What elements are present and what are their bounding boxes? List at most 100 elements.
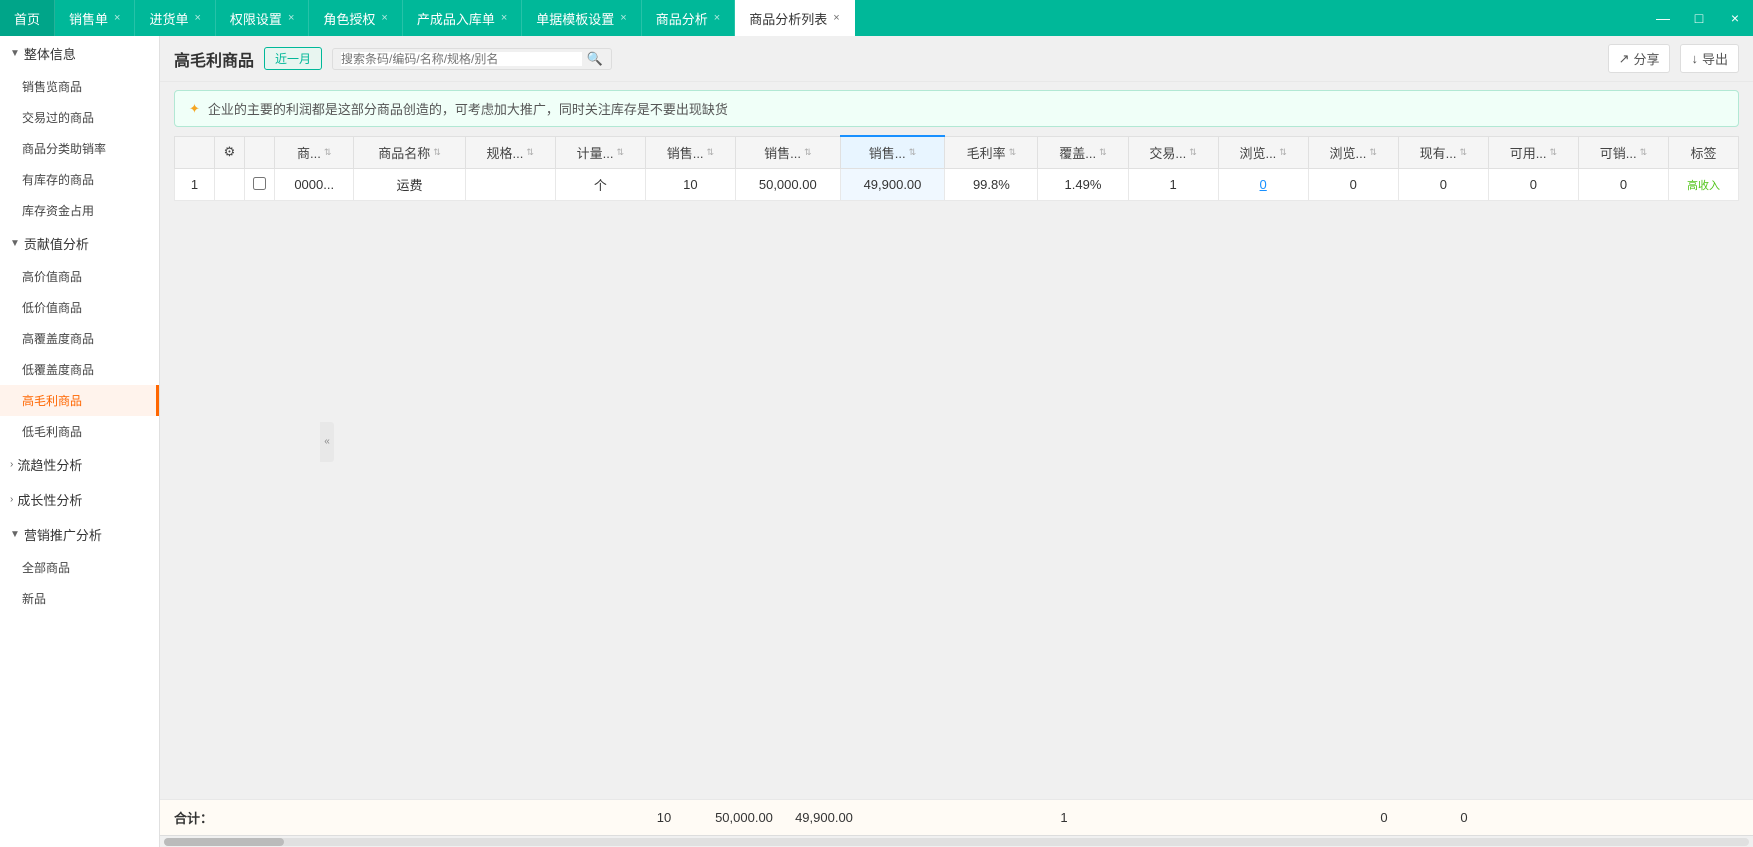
- sort-icon-browse2: ⇅: [1369, 147, 1377, 158]
- sidebar-item-high-value[interactable]: 高价值商品: [0, 261, 159, 292]
- table-header-row: ⚙ 商...⇅ 商品名称⇅ 规格...⇅ 计量...⇅ 销售...⇅ 销售...…: [175, 136, 1739, 169]
- sidebar-item-low-value[interactable]: 低价值商品: [0, 292, 159, 323]
- col-name[interactable]: 商品名称⇅: [354, 136, 465, 169]
- nav-purchase-label: 进货单: [149, 9, 188, 28]
- col-sales-amt[interactable]: 销售...⇅: [735, 136, 840, 169]
- nav-analysis-list-label: 商品分析列表: [749, 9, 827, 28]
- col-available-stock[interactable]: 可用...⇅: [1488, 136, 1578, 169]
- nav-permission-close[interactable]: ×: [288, 12, 294, 24]
- win-maximize[interactable]: □: [1681, 0, 1717, 36]
- filter-recent-month[interactable]: 近一月: [264, 47, 322, 70]
- horizontal-scrollbar[interactable]: [160, 835, 1753, 847]
- col-spec[interactable]: 规格...⇅: [465, 136, 555, 169]
- footer-cell-empty2: [274, 808, 304, 827]
- nav-sales[interactable]: 销售单 ×: [55, 0, 135, 36]
- nav-analysis-close[interactable]: ×: [714, 12, 720, 24]
- col-seq: [175, 136, 215, 169]
- arrow-icon-growth: ›: [10, 494, 13, 505]
- col-coverage[interactable]: 覆盖...⇅: [1038, 136, 1128, 169]
- sidebar-group-trend-label: 流趋性分析: [17, 455, 82, 474]
- cell-seq: 1: [175, 169, 215, 201]
- col-browse2[interactable]: 浏览...⇅: [1308, 136, 1398, 169]
- cell-browse1[interactable]: 0: [1218, 169, 1308, 201]
- sidebar: ▼ 整体信息 销售览商品 交易过的商品 商品分类助销率 有库存的商品 库存资金占…: [0, 36, 160, 847]
- nav-sales-close[interactable]: ×: [114, 12, 120, 24]
- sidebar-group-overall-label: 整体信息: [24, 44, 76, 63]
- arrow-icon-marketing: ▼: [10, 529, 20, 540]
- sidebar-item-traded-goods[interactable]: 交易过的商品: [0, 102, 159, 133]
- sidebar-group-marketing[interactable]: ▼ 营销推广分析: [0, 517, 159, 552]
- sidebar-item-in-stock[interactable]: 有库存的商品: [0, 164, 159, 195]
- search-icon[interactable]: 🔍: [587, 51, 603, 67]
- nav-template-close[interactable]: ×: [620, 12, 626, 24]
- col-settings[interactable]: ⚙: [215, 136, 245, 169]
- sidebar-collapse-btn[interactable]: «: [320, 422, 334, 462]
- cell-settings: [215, 169, 245, 201]
- scroll-thumb[interactable]: [164, 838, 284, 846]
- nav-home[interactable]: 首页: [0, 0, 55, 36]
- sidebar-group-overall[interactable]: ▼ 整体信息: [0, 36, 159, 71]
- footer-coverage: [944, 808, 1024, 827]
- scroll-track[interactable]: [164, 838, 1749, 846]
- data-table: ⚙ 商...⇅ 商品名称⇅ 规格...⇅ 计量...⇅ 销售...⇅ 销售...…: [174, 135, 1739, 201]
- sidebar-item-sales-goods[interactable]: 销售览商品: [0, 71, 159, 102]
- table-row: 1 0000... 运费 个 10 50,000.00 49,900.00 99…: [175, 169, 1739, 201]
- footer-available-stock: 0: [1344, 808, 1424, 827]
- cell-checkbox[interactable]: [245, 169, 275, 201]
- col-current-stock[interactable]: 现有...⇅: [1398, 136, 1488, 169]
- share-button[interactable]: ↗ 分享: [1608, 44, 1671, 73]
- sidebar-item-new-goods[interactable]: 新品: [0, 583, 159, 614]
- sidebar-item-stock-capital[interactable]: 库存资金占用: [0, 195, 159, 226]
- footer-sales-qty: 10: [624, 808, 704, 827]
- col-unit[interactable]: 计量...⇅: [555, 136, 645, 169]
- sidebar-group-contribution[interactable]: ▼ 贡献值分析: [0, 226, 159, 261]
- col-sales-profit[interactable]: 销售...⇅: [840, 136, 945, 169]
- col-gross-margin[interactable]: 毛利率⇅: [945, 136, 1038, 169]
- footer-browse1: [1104, 808, 1184, 827]
- nav-analysis-list-close[interactable]: ×: [833, 12, 839, 24]
- nav-analysis[interactable]: 商品分析 ×: [642, 0, 735, 36]
- col-transaction[interactable]: 交易...⇅: [1128, 136, 1218, 169]
- sidebar-group-growth[interactable]: › 成长性分析: [0, 482, 159, 517]
- export-button[interactable]: ↓ 导出: [1680, 44, 1739, 73]
- cell-coverage: 1.49%: [1038, 169, 1128, 201]
- footer-cell-unit: [554, 808, 624, 827]
- sidebar-item-high-margin[interactable]: 高毛利商品: [0, 385, 159, 416]
- info-icon: ✦: [189, 101, 200, 117]
- win-close[interactable]: ×: [1717, 0, 1753, 36]
- nav-analysis-list[interactable]: 商品分析列表 ×: [735, 0, 854, 36]
- footer-sales-amt: 50,000.00: [704, 808, 784, 827]
- sort-icon-coverage: ⇅: [1099, 147, 1107, 158]
- sidebar-item-low-margin[interactable]: 低毛利商品: [0, 416, 159, 447]
- col-code[interactable]: 商...⇅: [275, 136, 354, 169]
- sidebar-item-high-coverage[interactable]: 高覆盖度商品: [0, 323, 159, 354]
- row-checkbox[interactable]: [253, 177, 266, 190]
- nav-role[interactable]: 角色授权 ×: [309, 0, 402, 36]
- win-minimize[interactable]: —: [1645, 0, 1681, 36]
- content-header: 高毛利商品 近一月 🔍 ↗ 分享 ↓ 导出: [160, 36, 1753, 82]
- nav-template[interactable]: 单据模板设置 ×: [522, 0, 641, 36]
- sidebar-group-trend[interactable]: › 流趋性分析: [0, 447, 159, 482]
- search-input[interactable]: [341, 52, 582, 66]
- nav-purchase[interactable]: 进货单 ×: [135, 0, 215, 36]
- nav-purchase-close[interactable]: ×: [194, 12, 200, 24]
- nav-sales-label: 销售单: [69, 9, 108, 28]
- footer-cell-empty3: [304, 808, 364, 827]
- sidebar-item-all-goods[interactable]: 全部商品: [0, 552, 159, 583]
- sidebar-item-category-rate[interactable]: 商品分类助销率: [0, 133, 159, 164]
- nav-permission[interactable]: 权限设置 ×: [216, 0, 309, 36]
- cell-sales-profit: 49,900.00: [840, 169, 945, 201]
- nav-permission-label: 权限设置: [230, 9, 282, 28]
- sidebar-item-low-coverage[interactable]: 低覆盖度商品: [0, 354, 159, 385]
- share-label: 分享: [1633, 49, 1659, 68]
- nav-production-close[interactable]: ×: [501, 12, 507, 24]
- nav-production-label: 产成品入库单: [417, 9, 495, 28]
- sort-icon-spec: ⇅: [526, 147, 534, 158]
- col-sales-qty[interactable]: 销售...⇅: [645, 136, 735, 169]
- col-browse1[interactable]: 浏览...⇅: [1218, 136, 1308, 169]
- nav-role-close[interactable]: ×: [381, 12, 387, 24]
- info-banner: ✦ 企业的主要的利润都是这部分商品创造的，可考虑加大推广，同时关注库存是不要出现…: [174, 90, 1739, 127]
- footer-transaction: 1: [1024, 808, 1104, 827]
- nav-production[interactable]: 产成品入库单 ×: [403, 0, 522, 36]
- col-sellable[interactable]: 可销...⇅: [1578, 136, 1668, 169]
